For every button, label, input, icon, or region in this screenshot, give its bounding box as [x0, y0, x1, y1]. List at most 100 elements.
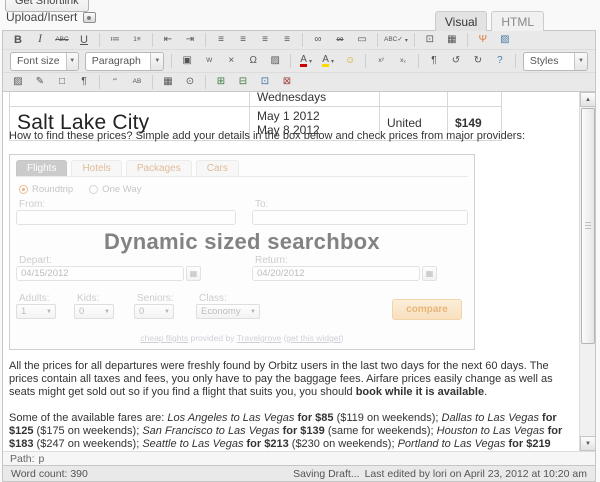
undo-icon: ↺: [451, 55, 461, 66]
toolbar-separator: [99, 33, 100, 47]
roundtrip-radio[interactable]: Roundtrip: [19, 184, 73, 195]
table-cell[interactable]: on Tuesdays and Wednesdays: [249, 92, 380, 107]
return-date-input[interactable]: [252, 266, 420, 281]
seniors-select[interactable]: 0 ▼: [134, 304, 174, 319]
paste-as-text-button[interactable]: ▣: [177, 53, 197, 70]
table-cell[interactable]: [9, 92, 250, 107]
indent-button[interactable]: ⇥: [180, 32, 200, 49]
add-media-icon[interactable]: [83, 11, 97, 23]
show-blocks-button[interactable]: ¶: [74, 74, 94, 91]
text-segment: Some of the available fares are:: [9, 412, 168, 424]
saving-draft-text: Saving Draft...: [293, 467, 360, 480]
table-cell[interactable]: [379, 92, 448, 107]
font-size-dropdown[interactable]: Font size ▼: [10, 51, 79, 71]
tab-visual[interactable]: Visual: [434, 11, 488, 31]
return-calendar-icon[interactable]: ▦: [422, 266, 437, 281]
outdent-button[interactable]: ⇤: [158, 32, 178, 49]
emoticons-button[interactable]: ☺: [340, 53, 360, 70]
fullscreen-button[interactable]: ⊡: [420, 32, 440, 49]
compare-button[interactable]: compare: [392, 299, 462, 320]
chevron-down-icon: ▼: [104, 308, 110, 315]
insert-layer-button[interactable]: □: [52, 74, 72, 91]
insert-image-button[interactable]: ▨: [265, 53, 285, 70]
from-input[interactable]: [16, 210, 236, 225]
strikethrough-icon: ABC: [55, 35, 69, 43]
undo-button[interactable]: ↺: [446, 53, 466, 70]
background-color-icon: A: [322, 54, 329, 67]
text-segment: for $85: [297, 412, 334, 424]
abbreviation-button[interactable]: AB: [127, 74, 147, 91]
adults-select[interactable]: 1 ▼: [16, 304, 56, 319]
align-left-button[interactable]: ≡: [211, 32, 231, 49]
scroll-up-icon[interactable]: ▲: [580, 92, 595, 107]
styles-dropdown[interactable]: Styles ▼: [522, 51, 589, 71]
depart-date-input[interactable]: [16, 266, 184, 281]
text-segment: ): [340, 333, 344, 343]
redo-button[interactable]: ↻: [468, 53, 488, 70]
kids-select[interactable]: 0 ▼: [74, 304, 114, 319]
path-bar: Path: p: [3, 451, 595, 465]
paragraph-format-dropdown[interactable]: Paragraph ▼: [84, 51, 165, 71]
insert-link-button[interactable]: ∞: [308, 32, 328, 49]
insert-date-button[interactable]: ▦: [158, 74, 178, 91]
insert-character-button[interactable]: Ω: [243, 53, 263, 70]
paste-from-word-button[interactable]: W: [199, 53, 219, 70]
unordered-list-button[interactable]: ≔: [105, 32, 125, 49]
align-right-button[interactable]: ≡: [255, 32, 275, 49]
subscript-button[interactable]: x₂: [393, 53, 413, 70]
oneway-radio[interactable]: One Way: [89, 184, 141, 195]
table-cell-properties-button[interactable]: ⊡: [255, 74, 275, 91]
strikethrough-button[interactable]: ABC: [52, 32, 72, 49]
scrollbar-thumb[interactable]: [581, 108, 595, 344]
edit-image-button[interactable]: ✎: [30, 74, 50, 91]
vertical-scrollbar[interactable]: ▲ ▼: [579, 92, 595, 451]
tab-hotels[interactable]: Hotels: [71, 160, 122, 176]
delete-table-button[interactable]: ⊠: [277, 74, 297, 91]
widget-credit[interactable]: cheap flights provided by Travelgrove (g…: [10, 333, 474, 343]
tab-flights[interactable]: Flights: [16, 160, 68, 176]
class-select[interactable]: Economy ▼: [196, 304, 260, 319]
insert-photo-button[interactable]: ▨: [495, 32, 515, 49]
italic-button[interactable]: I: [30, 32, 50, 49]
tab-packages[interactable]: Packages: [125, 160, 192, 176]
ordered-list-button[interactable]: 1≡: [127, 32, 147, 49]
text-color-button[interactable]: A ▾: [296, 53, 316, 70]
prices-paragraph[interactable]: All the prices for all departures were f…: [9, 360, 569, 399]
insert-media-button[interactable]: ▨: [8, 74, 28, 91]
citation-button[interactable]: “”: [105, 74, 125, 91]
tab-cars[interactable]: Cars: [195, 160, 239, 176]
to-input[interactable]: [252, 210, 468, 225]
visual-characters-button[interactable]: ¶: [424, 53, 444, 70]
text-segment: book while it is available: [355, 386, 485, 398]
editor-content-area[interactable]: on Tuesdays and Wednesdays Salt Lake Cit…: [3, 92, 595, 451]
align-center-button[interactable]: ≡: [233, 32, 253, 49]
background-color-button[interactable]: A ▾: [318, 53, 338, 70]
remove-formatting-button[interactable]: ×: [221, 53, 241, 70]
bold-button[interactable]: B: [8, 32, 28, 49]
path-value[interactable]: p: [39, 453, 45, 465]
scroll-down-icon[interactable]: ▼: [580, 436, 595, 451]
flight-search-widget: Flights Hotels Packages Cars Roundtrip O…: [9, 154, 475, 350]
fares-paragraph[interactable]: Some of the available fares are: Los Ang…: [9, 412, 569, 451]
emoticons-icon: ☺: [345, 55, 356, 66]
kitchen-sink-button[interactable]: ▦: [442, 32, 462, 49]
edit-image-icon: ✎: [35, 76, 45, 87]
insert-date-icon: ▦: [163, 76, 173, 87]
insert-time-button[interactable]: ⊙: [180, 74, 200, 91]
tab-html[interactable]: HTML: [491, 11, 544, 31]
upload-insert-bar: Upload/Insert: [6, 10, 97, 24]
help-button[interactable]: ?: [490, 53, 510, 70]
underline-button[interactable]: U: [74, 32, 94, 49]
superscript-button[interactable]: x²: [371, 53, 391, 70]
table-cell[interactable]: [447, 92, 502, 107]
align-justify-button[interactable]: ≡: [277, 32, 297, 49]
unlink-button[interactable]: ∞: [330, 32, 350, 49]
more-tag-button[interactable]: ▭: [352, 32, 372, 49]
intro-paragraph[interactable]: How to find these prices? Simple add you…: [9, 130, 567, 143]
insert-table-button[interactable]: ⊞: [211, 74, 231, 91]
spellcheck-button[interactable]: ABC✓ ▾: [383, 32, 409, 49]
font-size-label: Font size: [17, 55, 60, 67]
table-row-properties-button[interactable]: ⊟: [233, 74, 253, 91]
palm-tree-button[interactable]: Ψ: [473, 32, 493, 49]
depart-calendar-icon[interactable]: ▦: [186, 266, 201, 281]
